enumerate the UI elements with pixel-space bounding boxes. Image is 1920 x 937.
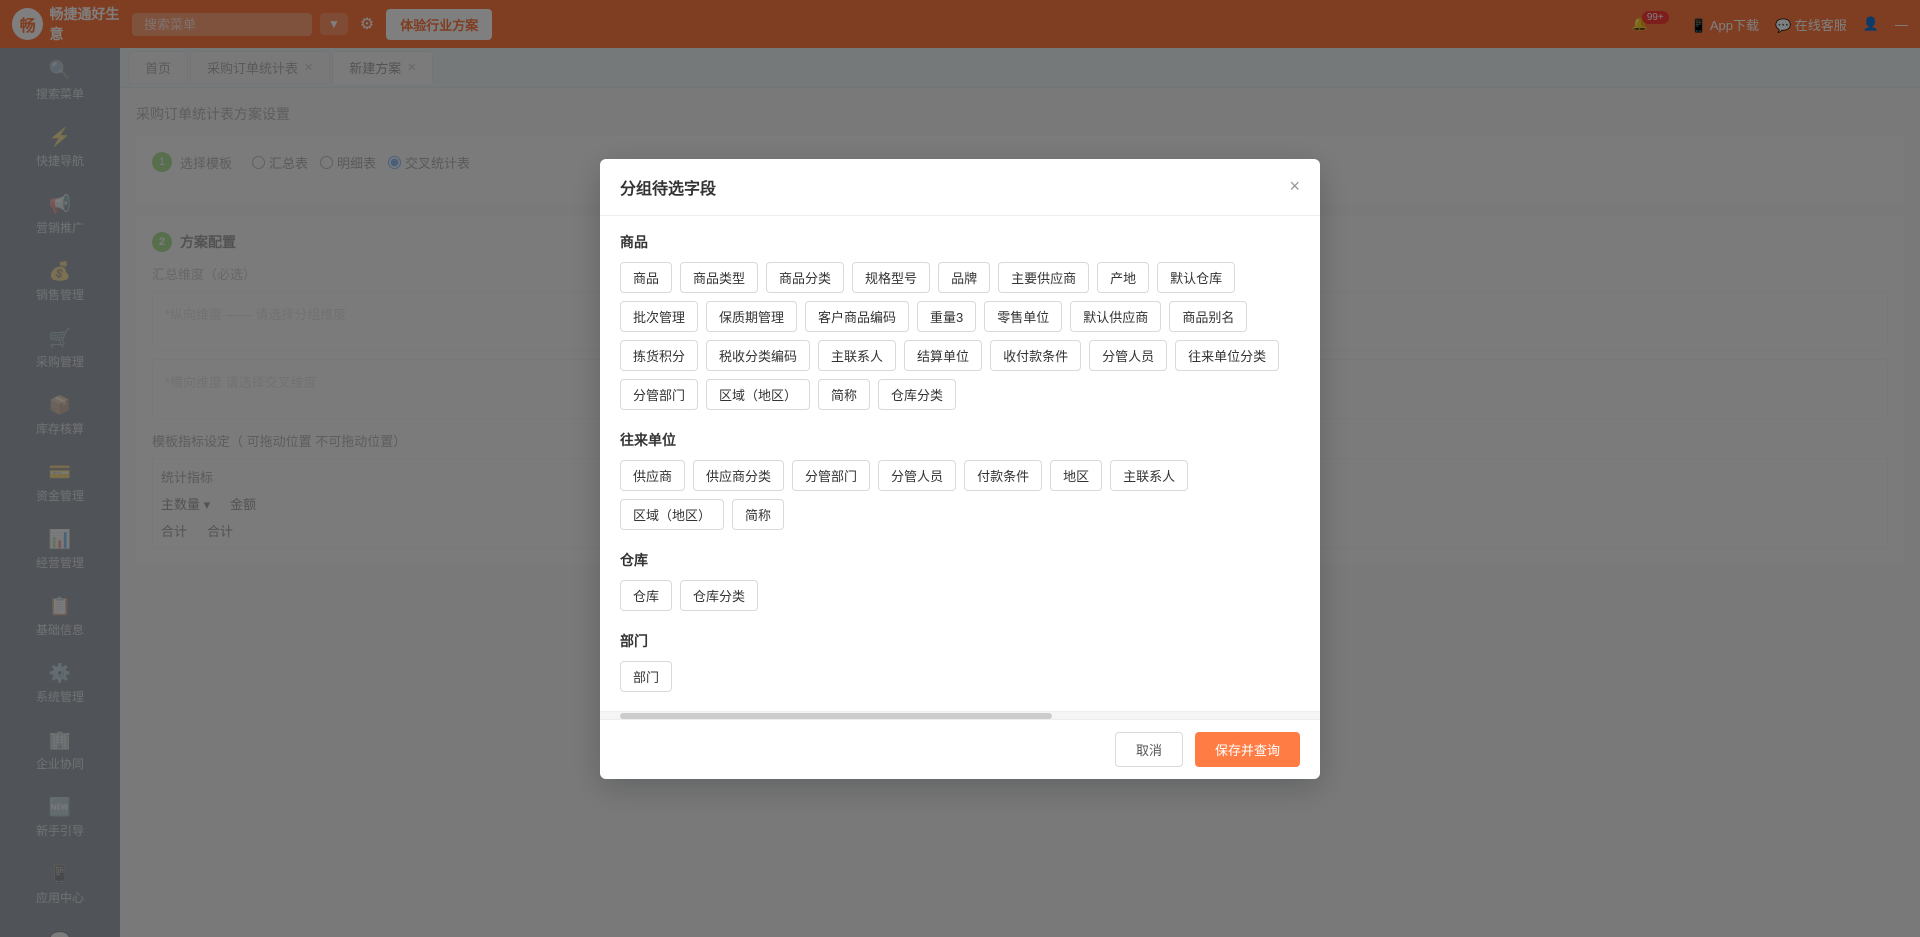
- cancel-button[interactable]: 取消: [1115, 732, 1183, 767]
- field-tag-department[interactable]: 部门: [620, 661, 672, 692]
- field-tag-partner-manager[interactable]: 分管人员: [878, 460, 956, 491]
- field-tags-dept: 部门: [620, 661, 1300, 692]
- field-tag-wh[interactable]: 仓库: [620, 580, 672, 611]
- field-tag-expiry[interactable]: 保质期管理: [706, 301, 797, 332]
- modal-title: 分组待选字段: [620, 175, 716, 199]
- field-tag-main-contact[interactable]: 主联系人: [818, 340, 896, 371]
- field-tag-alias[interactable]: 商品别名: [1169, 301, 1247, 332]
- field-tag-partner-short[interactable]: 简称: [732, 499, 784, 530]
- field-tag-warehouse-cat[interactable]: 仓库分类: [878, 379, 956, 410]
- field-tag-supplier[interactable]: 供应商: [620, 460, 685, 491]
- field-tags-partner: 供应商 供应商分类 分管部门 分管人员 付款条件 地区 主联系人 区域（地区） …: [620, 460, 1300, 530]
- modal-close-button[interactable]: ×: [1289, 176, 1300, 197]
- field-tag-default-supplier[interactable]: 默认供应商: [1070, 301, 1161, 332]
- field-tag-retail-unit[interactable]: 零售单位: [984, 301, 1062, 332]
- field-tag-settlement-unit[interactable]: 结算单位: [904, 340, 982, 371]
- field-tag-main-supplier[interactable]: 主要供应商: [998, 262, 1089, 293]
- field-tags-warehouse: 仓库 仓库分类: [620, 580, 1300, 611]
- field-tag-pick-points[interactable]: 拣货积分: [620, 340, 698, 371]
- field-tag-batch[interactable]: 批次管理: [620, 301, 698, 332]
- field-tag-area[interactable]: 地区: [1050, 460, 1102, 491]
- field-tag-partner-category[interactable]: 往来单位分类: [1175, 340, 1279, 371]
- field-tag-weight[interactable]: 重量3: [917, 301, 976, 332]
- field-tag-tax-code[interactable]: 税收分类编码: [706, 340, 810, 371]
- field-tag-partner-contact[interactable]: 主联系人: [1110, 460, 1188, 491]
- field-tags-product: 商品 商品类型 商品分类 规格型号 品牌 主要供应商 产地 默认仓库 批次管理 …: [620, 262, 1300, 410]
- field-tag-product-category[interactable]: 商品分类: [766, 262, 844, 293]
- field-tag-customer-code[interactable]: 客户商品编码: [805, 301, 909, 332]
- field-tag-origin[interactable]: 产地: [1097, 262, 1149, 293]
- confirm-button[interactable]: 保存并查询: [1195, 732, 1300, 767]
- modal-overlay: 分组待选字段 × 商品 商品 商品类型 商品分类 规格型号 品牌 主要供应商 产…: [0, 0, 1920, 937]
- modal-horizontal-scrollbar[interactable]: [600, 711, 1320, 719]
- field-tag-partner-dept[interactable]: 分管部门: [792, 460, 870, 491]
- modal-footer: 取消 保存并查询: [600, 719, 1320, 779]
- field-tag-product[interactable]: 商品: [620, 262, 672, 293]
- field-group-warehouse-title: 仓库: [620, 550, 1300, 570]
- field-tag-region[interactable]: 区域（地区）: [706, 379, 810, 410]
- field-group-product: 商品 商品 商品类型 商品分类 规格型号 品牌 主要供应商 产地 默认仓库 批次…: [620, 232, 1300, 410]
- modal-header: 分组待选字段 ×: [600, 159, 1320, 216]
- field-group-partner-title: 往来单位: [620, 430, 1300, 450]
- field-tag-product-type[interactable]: 商品类型: [680, 262, 758, 293]
- field-tag-wh-cat[interactable]: 仓库分类: [680, 580, 758, 611]
- field-tag-default-warehouse[interactable]: 默认仓库: [1157, 262, 1235, 293]
- field-tag-brand[interactable]: 品牌: [938, 262, 990, 293]
- modal-hscroll-thumb: [620, 713, 1052, 719]
- field-group-dept: 部门 部门: [620, 631, 1300, 692]
- field-group-dept-title: 部门: [620, 631, 1300, 651]
- field-tag-spec[interactable]: 规格型号: [852, 262, 930, 293]
- field-group-partner: 往来单位 供应商 供应商分类 分管部门 分管人员 付款条件 地区 主联系人 区域…: [620, 430, 1300, 530]
- modal-body[interactable]: 商品 商品 商品类型 商品分类 规格型号 品牌 主要供应商 产地 默认仓库 批次…: [600, 216, 1320, 711]
- field-tag-supplier-cat[interactable]: 供应商分类: [693, 460, 784, 491]
- field-tag-manager[interactable]: 分管人员: [1089, 340, 1167, 371]
- field-tag-payment-terms[interactable]: 收付款条件: [990, 340, 1081, 371]
- field-tag-pay-terms[interactable]: 付款条件: [964, 460, 1042, 491]
- field-group-product-title: 商品: [620, 232, 1300, 252]
- field-select-modal: 分组待选字段 × 商品 商品 商品类型 商品分类 规格型号 品牌 主要供应商 产…: [600, 159, 1320, 779]
- field-tag-dept[interactable]: 分管部门: [620, 379, 698, 410]
- field-tag-partner-region[interactable]: 区域（地区）: [620, 499, 724, 530]
- field-group-warehouse: 仓库 仓库 仓库分类: [620, 550, 1300, 611]
- field-tag-short-name[interactable]: 简称: [818, 379, 870, 410]
